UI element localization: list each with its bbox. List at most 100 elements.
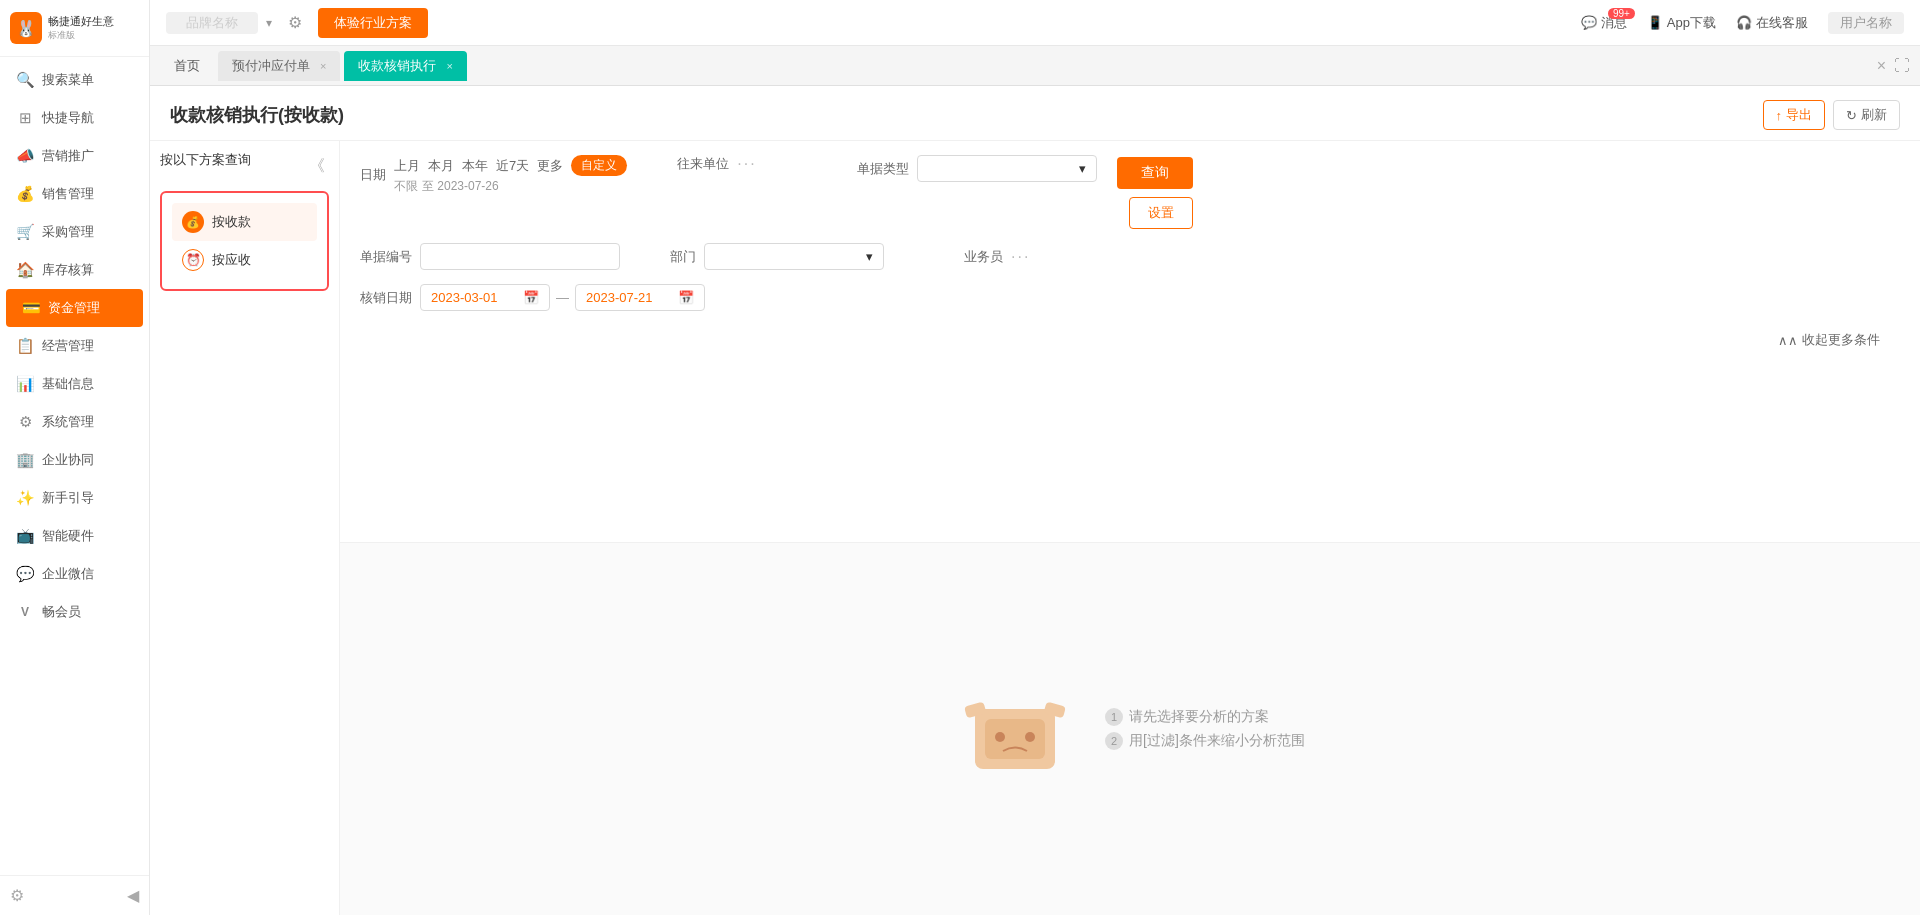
by-receivable-label: 按应收 — [212, 251, 251, 269]
writeoff-date-end-input[interactable]: 2023-07-21 📅 — [575, 284, 705, 311]
logo-icon: 🐰 — [10, 12, 42, 44]
sidebar-item-member[interactable]: V 畅会员 — [0, 593, 149, 631]
basic-icon: 📊 — [16, 375, 34, 393]
doc-no-input[interactable] — [420, 243, 620, 270]
counterparty-field: 往来单位 ··· — [677, 155, 756, 173]
dept-label: 部门 — [670, 248, 696, 266]
svg-rect-1 — [985, 719, 1045, 759]
sales-icon: 💰 — [16, 185, 34, 203]
logo-text: 畅捷通好生意 标准版 — [48, 14, 114, 41]
writeoff-date-label: 核销日期 — [360, 289, 412, 307]
sidebar-item-purchase[interactable]: 🛒 采购管理 — [0, 213, 149, 251]
counterparty-input[interactable]: ··· — [737, 155, 756, 173]
writeoff-date-group: 2023-03-01 📅 — 2023-07-21 📅 — [420, 284, 705, 311]
tabs-close-all-icon[interactable]: × — [1877, 57, 1886, 75]
sidebar-item-sales[interactable]: 💰 销售管理 — [0, 175, 149, 213]
app-icon: 📱 — [1647, 15, 1663, 30]
tab-home-label: 首页 — [174, 57, 200, 75]
refresh-label: 刷新 — [1861, 106, 1887, 124]
sidebar-label-inventory: 库存核算 — [42, 261, 94, 279]
date-no-limit-row: 不限 至 2023-07-26 — [394, 178, 627, 195]
export-label: 导出 — [1786, 106, 1812, 124]
brand-name: 品牌名称 — [166, 12, 258, 34]
page-title: 收款核销执行(按收款) — [170, 103, 344, 127]
operation-icon: 📋 — [16, 337, 34, 355]
sidebar-item-search[interactable]: 🔍 搜索菜单 — [0, 61, 149, 99]
filter-area: 按以下方案查询 《 💰 按收款 ⏰ 按应收 — [150, 141, 1920, 915]
message-badge: 99+ — [1608, 8, 1635, 19]
sidebar-item-wechat[interactable]: 💬 企业微信 — [0, 555, 149, 593]
export-button[interactable]: ↑ 导出 — [1763, 100, 1826, 130]
tab-prepay[interactable]: 预付冲应付单 × — [218, 51, 340, 81]
filter-right-area: 日期 上月 本月 本年 近7天 更多 自定义 — [340, 141, 1920, 915]
shortcut-last-7days[interactable]: 近7天 — [496, 157, 529, 175]
sidebar-item-guide[interactable]: ✨ 新手引导 — [0, 479, 149, 517]
shortcut-last-month[interactable]: 上月 — [394, 157, 420, 175]
enterprise-icon: 🏢 — [16, 451, 34, 469]
tabs-expand-icon[interactable]: ⛶ — [1894, 57, 1910, 75]
shortcut-more[interactable]: 更多 — [537, 157, 563, 175]
sidebar-item-system[interactable]: ⚙ 系统管理 — [0, 403, 149, 441]
finance-icon: 💳 — [22, 299, 40, 317]
topbar-gear-icon[interactable]: ⚙ — [288, 13, 302, 32]
tab-prepay-close-icon[interactable]: × — [320, 60, 326, 72]
export-icon: ↑ — [1776, 108, 1783, 123]
sidebar-item-inventory[interactable]: 🏠 库存核算 — [0, 251, 149, 289]
sidebar-item-enterprise[interactable]: 🏢 企业协同 — [0, 441, 149, 479]
sidebar-item-marketing[interactable]: 📣 营销推广 — [0, 137, 149, 175]
hint2-num: 2 — [1105, 732, 1123, 750]
setting-button[interactable]: 设置 — [1129, 197, 1193, 229]
shortcut-this-month[interactable]: 本月 — [428, 157, 454, 175]
sidebar-item-finance[interactable]: 💳 资金管理 — [6, 289, 143, 327]
sidebar-item-hardware[interactable]: 📺 智能硬件 — [0, 517, 149, 555]
app-download-button[interactable]: 📱 App下载 — [1647, 14, 1716, 32]
tab-home[interactable]: 首页 — [160, 51, 214, 81]
search-icon: 🔍 — [16, 71, 34, 89]
logo-line2: 标准版 — [48, 29, 114, 42]
sidebar-item-basic[interactable]: 📊 基础信息 — [0, 365, 149, 403]
sidebar-label-finance: 资金管理 — [48, 299, 100, 317]
tab-receipt-writeoff-close-icon[interactable]: × — [446, 60, 452, 72]
footer-settings-icon[interactable]: ⚙ — [10, 886, 24, 905]
wechat-icon: 💬 — [16, 565, 34, 583]
message-icon: 💬 — [1581, 15, 1597, 30]
staff-input[interactable]: ··· — [1011, 248, 1030, 266]
guide-icon: ✨ — [16, 489, 34, 507]
filter-option-by-receivable[interactable]: ⏰ 按应收 — [172, 241, 317, 279]
doc-type-select[interactable]: ▾ — [917, 155, 1097, 182]
filter-action-buttons: 查询 设置 — [1117, 155, 1193, 229]
sidebar-item-operation[interactable]: 📋 经营管理 — [0, 327, 149, 365]
filter-collapse-icon[interactable]: 《 — [305, 152, 329, 181]
empty-hint-2: 2 用[过滤]条件来缩小分析范围 — [1105, 732, 1305, 750]
refresh-button[interactable]: ↻ 刷新 — [1833, 100, 1900, 130]
user-info[interactable]: 用户名称 — [1828, 12, 1904, 34]
shortcut-this-year[interactable]: 本年 — [462, 157, 488, 175]
counterparty-label: 往来单位 — [677, 155, 729, 173]
brand-chevron-icon[interactable]: ▾ — [266, 16, 272, 30]
collapse-up-icon: ∧∧ — [1778, 333, 1798, 348]
logo-line1: 畅捷通好生意 — [48, 14, 114, 28]
sidebar-item-quick-nav[interactable]: ⊞ 快捷导航 — [0, 99, 149, 137]
dept-select[interactable]: ▾ — [704, 243, 884, 270]
collapse-more-button[interactable]: ∧∧ 收起更多条件 — [1778, 325, 1880, 355]
message-button[interactable]: 💬 消息 99+ — [1581, 14, 1627, 32]
date-shortcuts-area: 上月 本月 本年 近7天 更多 自定义 不限 至 2023-07-26 — [394, 155, 627, 195]
shortcut-custom[interactable]: 自定义 — [571, 155, 627, 176]
filter-options-box: 💰 按收款 ⏰ 按应收 — [160, 191, 329, 291]
date-label: 日期 — [360, 166, 386, 184]
svg-point-2 — [995, 732, 1005, 742]
app-label: App下载 — [1667, 14, 1716, 32]
sidebar-label-marketing: 营销推广 — [42, 147, 94, 165]
sidebar-label-sales: 销售管理 — [42, 185, 94, 203]
writeoff-date-start-input[interactable]: 2023-03-01 📅 — [420, 284, 550, 311]
sidebar-label-purchase: 采购管理 — [42, 223, 94, 241]
online-service-button[interactable]: 🎧 在线客服 — [1736, 14, 1808, 32]
solution-button[interactable]: 体验行业方案 — [318, 8, 428, 38]
query-button[interactable]: 查询 — [1117, 157, 1193, 189]
filter-left-panel: 按以下方案查询 《 💰 按收款 ⏰ 按应收 — [150, 141, 340, 915]
footer-collapse-icon[interactable]: ◀ — [127, 886, 139, 905]
sidebar-menu: 🔍 搜索菜单 ⊞ 快捷导航 📣 营销推广 💰 销售管理 🛒 采购管理 🏠 库存核… — [0, 57, 149, 875]
tab-receipt-writeoff[interactable]: 收款核销执行 × — [344, 51, 466, 81]
filter-option-by-receipt[interactable]: 💰 按收款 — [172, 203, 317, 241]
collapse-more-label: 收起更多条件 — [1802, 331, 1880, 349]
